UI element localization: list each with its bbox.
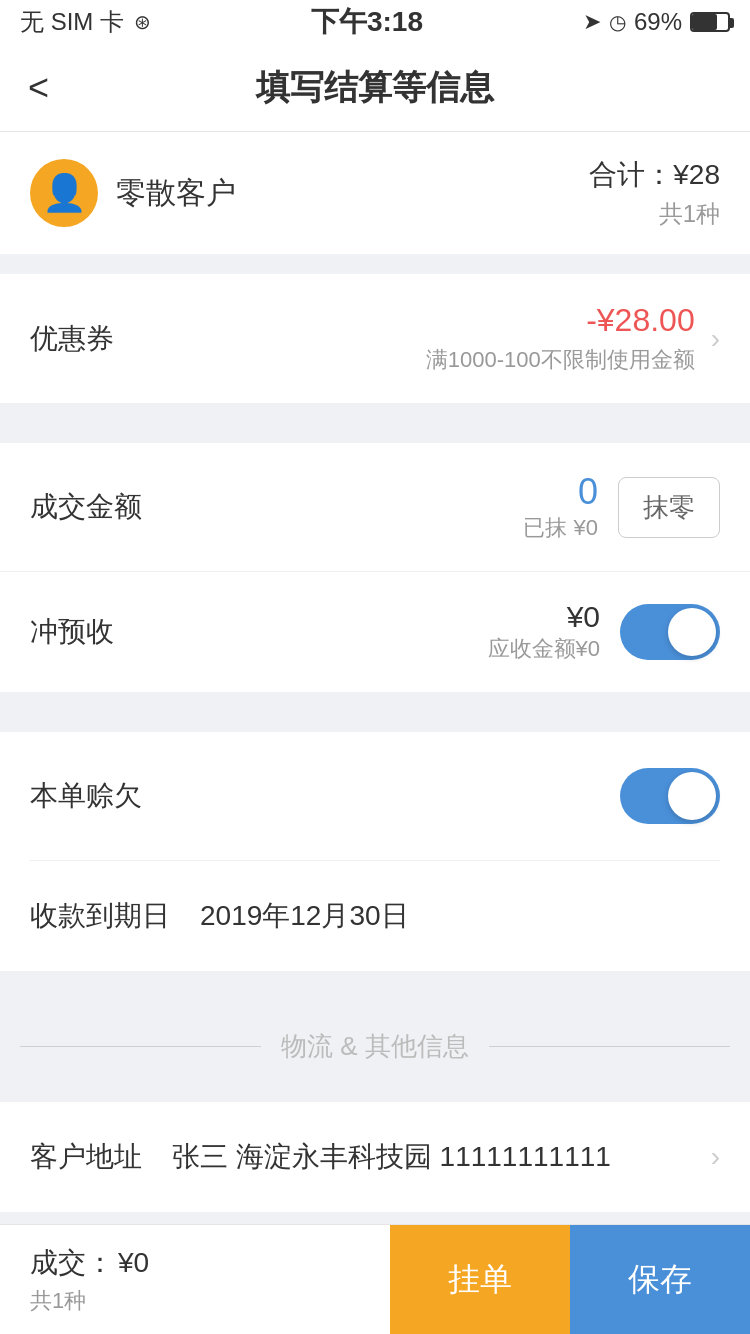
save-button[interactable]: 保存 <box>570 1225 750 1334</box>
bottom-count: 共1种 <box>30 1286 390 1316</box>
prepay-right: ¥0 应收金额¥0 <box>488 600 720 664</box>
due-date-row: 收款到期日 2019年12月30日 <box>0 861 750 971</box>
deal-label: 成交金额 <box>30 488 142 526</box>
round-down-button[interactable]: 抹零 <box>618 477 720 538</box>
address-label: 客户地址 <box>30 1138 142 1176</box>
bottom-deal-label: 成交： <box>30 1244 114 1282</box>
divider-3 <box>0 991 750 1011</box>
bottom-deal-line: 成交： ¥0 <box>30 1244 390 1282</box>
alarm-icon: ◷ <box>609 10 626 34</box>
credit-row: 本单赊欠 <box>0 732 750 860</box>
coupon-row[interactable]: 优惠券 -¥28.00 满1000-100不限制使用金额 › <box>0 274 750 403</box>
coupon-right: -¥28.00 满1000-100不限制使用金额 › <box>426 302 720 375</box>
customer-row: 👤 零散客户 合计：¥28 共1种 <box>0 132 750 254</box>
deal-sub: 已抹 ¥0 <box>523 513 598 543</box>
credit-toggle-knob <box>668 772 716 820</box>
credit-toggle[interactable] <box>620 768 720 824</box>
location-icon: ➤ <box>583 9 601 35</box>
due-value: 2019年12月30日 <box>200 897 409 935</box>
status-right: ➤ ◷ 69% <box>583 8 730 36</box>
bottom-deal-value: ¥0 <box>118 1247 149 1279</box>
prepay-value-col: ¥0 应收金额¥0 <box>488 600 600 664</box>
credit-card: 本单赊欠 收款到期日 2019年12月30日 <box>0 732 750 971</box>
prepay-sub: 应收金额¥0 <box>488 634 600 664</box>
divider-1 <box>0 423 750 443</box>
address-left: 客户地址 张三 海淀永丰科技园 11111111111 <box>30 1138 611 1176</box>
carrier-text: 无 SIM 卡 <box>20 6 124 38</box>
toggle-knob <box>668 608 716 656</box>
wifi-icon: ⊛ <box>134 10 151 34</box>
coupon-card: 优惠券 -¥28.00 满1000-100不限制使用金额 › <box>0 274 750 403</box>
divider-2 <box>0 712 750 732</box>
customer-avatar: 👤 <box>30 159 98 227</box>
address-chevron-icon: › <box>711 1141 720 1173</box>
deal-card: 成交金额 0 已抹 ¥0 抹零 冲预收 ¥0 应收金额¥0 <box>0 443 750 692</box>
status-left: 无 SIM 卡 ⊛ <box>20 6 151 38</box>
prepay-toggle[interactable] <box>620 604 720 660</box>
address-value: 张三 海淀永丰科技园 11111111111 <box>172 1138 611 1176</box>
customer-total: 合计：¥28 <box>589 156 720 194</box>
main-content: 👤 零散客户 合计：¥28 共1种 优惠券 -¥28.00 满1000-100不… <box>0 132 750 1334</box>
credit-label: 本单赊欠 <box>30 777 142 815</box>
address-row[interactable]: 客户地址 张三 海淀永丰科技园 11111111111 › <box>0 1102 750 1212</box>
deal-amount-row: 成交金额 0 已抹 ¥0 抹零 <box>0 443 750 572</box>
deal-value-col: 0 已抹 ¥0 <box>523 471 598 543</box>
coupon-label: 优惠券 <box>30 320 114 358</box>
coupon-sub: 满1000-100不限制使用金额 <box>426 345 695 375</box>
avatar-icon: 👤 <box>42 172 87 214</box>
battery-icon <box>690 12 730 32</box>
hang-order-button[interactable]: 挂单 <box>390 1225 570 1334</box>
prepay-label: 冲预收 <box>30 613 114 651</box>
deal-value: 0 <box>523 471 598 513</box>
divider-4 <box>0 1082 750 1102</box>
back-button[interactable]: < <box>28 67 49 109</box>
customer-count: 共1种 <box>589 198 720 230</box>
status-bar: 无 SIM 卡 ⊛ 下午3:18 ➤ ◷ 69% <box>0 0 750 44</box>
battery-text: 69% <box>634 8 682 36</box>
deal-right: 0 已抹 ¥0 抹零 <box>523 471 720 543</box>
due-label: 收款到期日 <box>30 897 170 935</box>
coupon-value-col: -¥28.00 满1000-100不限制使用金额 <box>426 302 695 375</box>
chevron-right-icon: › <box>711 323 720 355</box>
customer-name: 零散客户 <box>116 173 236 214</box>
customer-left: 👤 零散客户 <box>30 159 236 227</box>
address-card[interactable]: 客户地址 张三 海淀永丰科技园 11111111111 › <box>0 1102 750 1212</box>
page-title: 填写结算等信息 <box>256 65 494 111</box>
logistics-section-label: 物流 & 其他信息 <box>0 1011 750 1082</box>
bottom-bar: 成交： ¥0 共1种 挂单 保存 <box>0 1224 750 1334</box>
nav-bar: < 填写结算等信息 <box>0 44 750 132</box>
prepay-value: ¥0 <box>488 600 600 634</box>
bottom-info: 成交： ¥0 共1种 <box>0 1225 390 1334</box>
customer-summary: 合计：¥28 共1种 <box>589 156 720 230</box>
customer-card: 👤 零散客户 合计：¥28 共1种 <box>0 132 750 254</box>
coupon-value: -¥28.00 <box>426 302 695 339</box>
logistics-text: 物流 & 其他信息 <box>281 1029 469 1064</box>
status-time: 下午3:18 <box>311 3 423 41</box>
prepay-row: 冲预收 ¥0 应收金额¥0 <box>0 572 750 692</box>
